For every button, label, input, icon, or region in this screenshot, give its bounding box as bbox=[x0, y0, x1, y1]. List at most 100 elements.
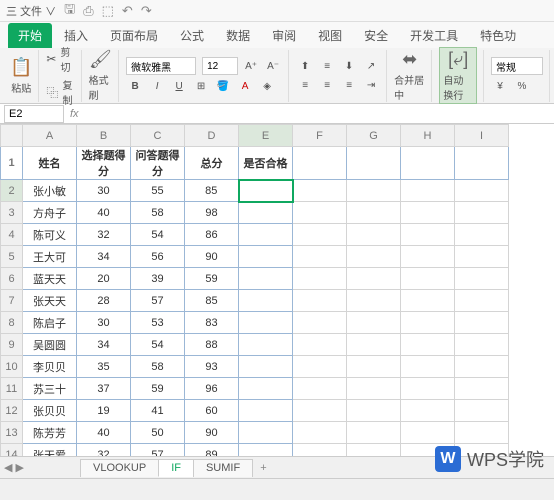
cell[interactable] bbox=[455, 180, 509, 202]
ribbon-tab-8[interactable]: 开发工具 bbox=[400, 23, 468, 48]
cell[interactable] bbox=[455, 202, 509, 224]
ribbon-tab-0[interactable]: 开始 bbox=[8, 23, 52, 48]
add-sheet-button[interactable]: + bbox=[252, 462, 274, 474]
cell[interactable] bbox=[401, 147, 455, 180]
col-header-H[interactable]: H bbox=[401, 125, 455, 147]
cell[interactable] bbox=[293, 422, 347, 444]
cell[interactable] bbox=[293, 268, 347, 290]
paste-button[interactable]: 📋 粘贴 bbox=[10, 57, 32, 95]
cell[interactable]: 96 bbox=[185, 378, 239, 400]
border-icon[interactable]: ⊞ bbox=[192, 78, 210, 94]
preview-icon[interactable]: ⬚ bbox=[102, 3, 114, 19]
cell[interactable]: 陈启子 bbox=[23, 312, 77, 334]
wrap-text-button[interactable]: [⤶] 自动换行 bbox=[439, 47, 477, 104]
sheet-tab-vlookup[interactable]: VLOOKUP bbox=[80, 459, 159, 477]
number-format-select[interactable] bbox=[491, 57, 543, 75]
cell[interactable] bbox=[401, 312, 455, 334]
cell[interactable]: 83 bbox=[185, 312, 239, 334]
cell[interactable]: 39 bbox=[131, 268, 185, 290]
cell[interactable] bbox=[239, 356, 293, 378]
align-center-icon[interactable]: ≡ bbox=[318, 77, 336, 93]
cell[interactable]: 59 bbox=[185, 268, 239, 290]
cell[interactable] bbox=[239, 400, 293, 422]
col-header-D[interactable]: D bbox=[185, 125, 239, 147]
cell[interactable]: 30 bbox=[77, 180, 131, 202]
cell[interactable] bbox=[455, 290, 509, 312]
font-color-icon[interactable]: A bbox=[236, 78, 254, 94]
cell[interactable]: 41 bbox=[131, 400, 185, 422]
cell[interactable] bbox=[401, 180, 455, 202]
cell[interactable]: 90 bbox=[185, 246, 239, 268]
cell[interactable]: 陈可义 bbox=[23, 224, 77, 246]
col-header-A[interactable]: A bbox=[23, 125, 77, 147]
row-header[interactable]: 7 bbox=[1, 290, 23, 312]
cell[interactable] bbox=[293, 378, 347, 400]
col-header-C[interactable]: C bbox=[131, 125, 185, 147]
copy-button[interactable]: ⿻复制 bbox=[46, 77, 74, 107]
cell[interactable] bbox=[455, 224, 509, 246]
ribbon-tab-5[interactable]: 审阅 bbox=[262, 23, 306, 48]
cell[interactable]: 李贝贝 bbox=[23, 356, 77, 378]
cell[interactable] bbox=[239, 378, 293, 400]
cell[interactable]: 19 bbox=[77, 400, 131, 422]
align-right-icon[interactable]: ≡ bbox=[340, 77, 358, 93]
cell[interactable] bbox=[401, 268, 455, 290]
col-header-E[interactable]: E bbox=[239, 125, 293, 147]
ribbon-tab-9[interactable]: 特色功 bbox=[470, 23, 526, 48]
cell[interactable]: 35 bbox=[77, 356, 131, 378]
italic-icon[interactable]: I bbox=[148, 78, 166, 94]
percent-icon[interactable]: % bbox=[513, 78, 531, 94]
format-painter-button[interactable]: 🖌 格式刷 bbox=[89, 49, 112, 102]
sheet-nav-arrows[interactable]: ◀ ▶ bbox=[4, 461, 24, 474]
cell[interactable] bbox=[293, 290, 347, 312]
redo-icon[interactable]: ↷ bbox=[141, 3, 152, 19]
cell[interactable] bbox=[347, 202, 401, 224]
col-header-F[interactable]: F bbox=[293, 125, 347, 147]
font-name-select[interactable] bbox=[126, 57, 196, 75]
row-header[interactable]: 9 bbox=[1, 334, 23, 356]
cell[interactable]: 28 bbox=[77, 290, 131, 312]
align-bottom-icon[interactable]: ⬇ bbox=[340, 58, 358, 74]
cell[interactable]: 张贝贝 bbox=[23, 400, 77, 422]
cell[interactable]: 90 bbox=[185, 422, 239, 444]
row-header[interactable]: 11 bbox=[1, 378, 23, 400]
cell[interactable] bbox=[401, 400, 455, 422]
cell[interactable]: 86 bbox=[185, 224, 239, 246]
cell[interactable]: 88 bbox=[185, 334, 239, 356]
cell[interactable] bbox=[239, 202, 293, 224]
cell[interactable]: 苏三十 bbox=[23, 378, 77, 400]
cell[interactable] bbox=[347, 312, 401, 334]
cell[interactable]: 54 bbox=[131, 334, 185, 356]
spreadsheet-grid[interactable]: ABCDEFGHI1姓名选择题得分问答题得分总分是否合格2张小敏3055853方… bbox=[0, 124, 554, 476]
cell[interactable] bbox=[347, 400, 401, 422]
cell[interactable]: 93 bbox=[185, 356, 239, 378]
row-header[interactable]: 8 bbox=[1, 312, 23, 334]
cell[interactable]: 57 bbox=[131, 290, 185, 312]
formula-input[interactable] bbox=[85, 105, 554, 123]
cell[interactable]: 85 bbox=[185, 180, 239, 202]
cell[interactable]: 60 bbox=[185, 400, 239, 422]
cell[interactable]: 方舟子 bbox=[23, 202, 77, 224]
indent-icon[interactable]: ⇥ bbox=[362, 77, 380, 93]
cell[interactable] bbox=[347, 246, 401, 268]
cell[interactable] bbox=[293, 334, 347, 356]
cell[interactable] bbox=[347, 334, 401, 356]
cell[interactable]: 张小敏 bbox=[23, 180, 77, 202]
cell[interactable] bbox=[455, 334, 509, 356]
row-header[interactable]: 10 bbox=[1, 356, 23, 378]
cell[interactable] bbox=[347, 290, 401, 312]
cell[interactable] bbox=[239, 312, 293, 334]
name-box[interactable] bbox=[4, 105, 64, 123]
print-icon[interactable]: ⎙ bbox=[83, 3, 93, 19]
row-header[interactable]: 13 bbox=[1, 422, 23, 444]
cell[interactable] bbox=[293, 312, 347, 334]
row-header[interactable]: 5 bbox=[1, 246, 23, 268]
cell[interactable]: 王大可 bbox=[23, 246, 77, 268]
sheet-tab-sumif[interactable]: SUMIF bbox=[193, 459, 253, 477]
cell[interactable] bbox=[455, 312, 509, 334]
cell[interactable] bbox=[455, 147, 509, 180]
decrease-font-icon[interactable]: A⁻ bbox=[264, 58, 282, 74]
cell[interactable] bbox=[347, 378, 401, 400]
cell[interactable] bbox=[455, 356, 509, 378]
cell[interactable]: 58 bbox=[131, 356, 185, 378]
